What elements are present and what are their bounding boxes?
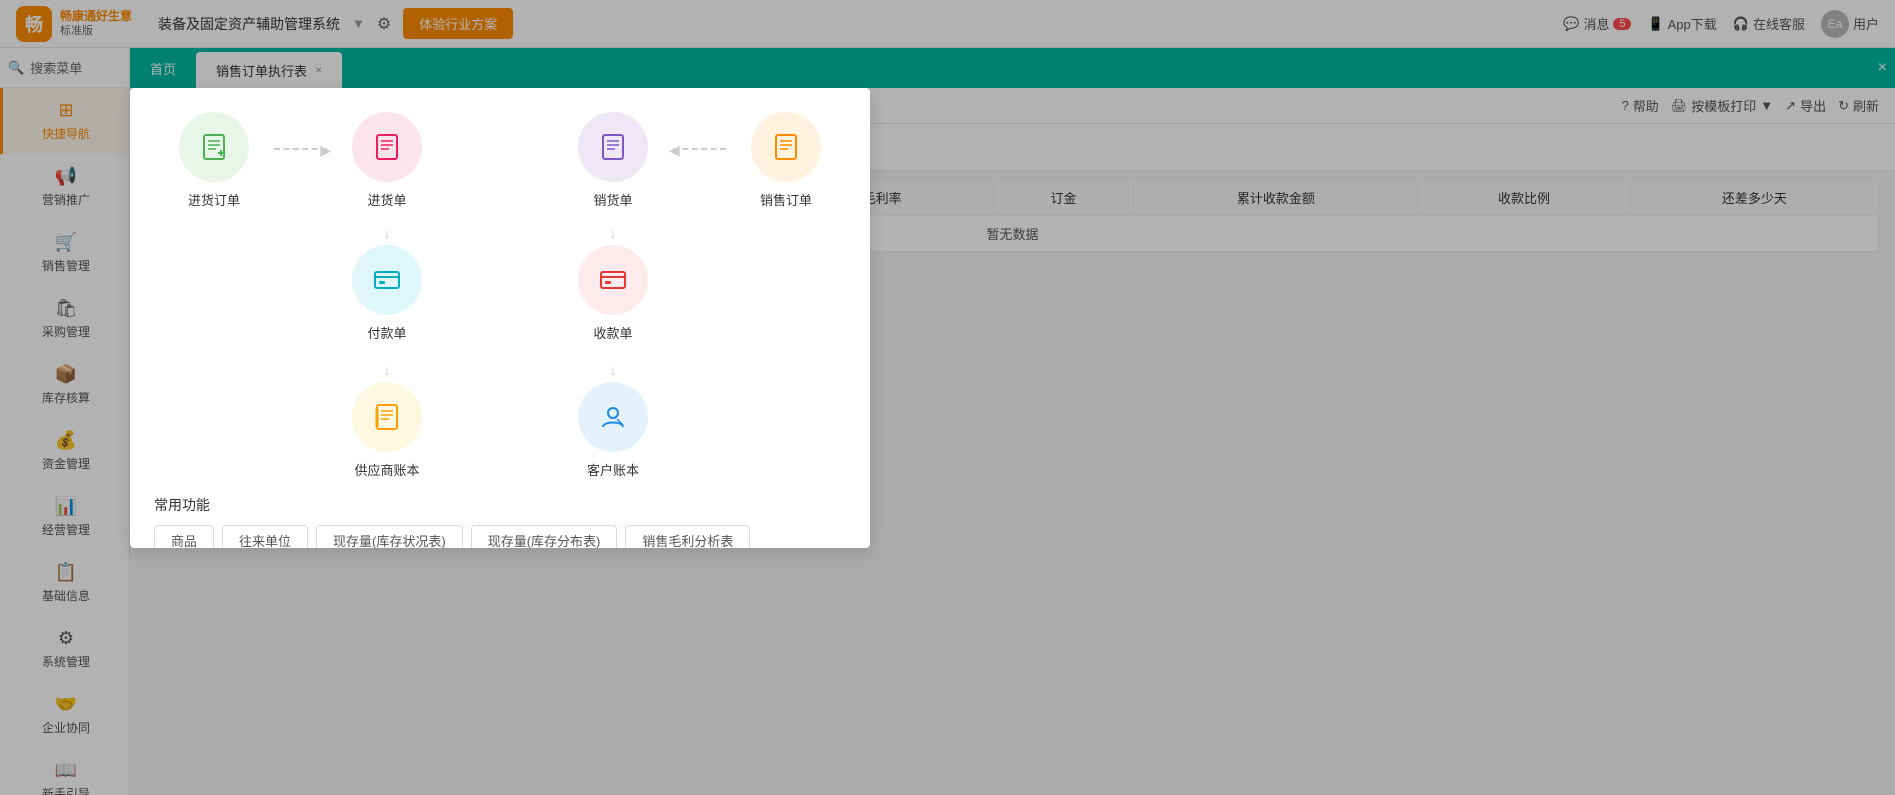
- payment-circle[interactable]: [352, 245, 422, 315]
- btn-goods[interactable]: 商品: [154, 525, 214, 548]
- node-sales-order[interactable]: 销售订单: [726, 112, 846, 209]
- flow-section: 进货订单 ▶ 进货单: [154, 112, 846, 479]
- purchase-order-circle[interactable]: [179, 112, 249, 182]
- btn-stock-status[interactable]: 现存量(库存状况表): [316, 525, 463, 548]
- common-title: 常用功能: [154, 495, 846, 515]
- flow-panel: 进货订单 ▶ 进货单: [130, 88, 870, 548]
- node-purchase-order[interactable]: 进货订单: [154, 112, 274, 209]
- btn-stock-dist[interactable]: 现存量(库存分布表): [471, 525, 618, 548]
- overlay[interactable]: 进货订单 ▶ 进货单: [0, 0, 1895, 795]
- common-section: 常用功能 商品 往来单位 现存量(库存状况表) 现存量(库存分布表) 销售毛利分…: [154, 495, 846, 548]
- purchase-bill-circle[interactable]: [352, 112, 422, 182]
- sales-order-circle[interactable]: [751, 112, 821, 182]
- supplier-ledger-circle[interactable]: [352, 382, 422, 452]
- common-buttons: 商品 往来单位 现存量(库存状况表) 现存量(库存分布表) 销售毛利分析表 商品…: [154, 525, 846, 548]
- btn-partner[interactable]: 往来单位: [222, 525, 308, 548]
- sales-bill-circle[interactable]: [578, 112, 648, 182]
- btn-sales-margin[interactable]: 销售毛利分析表: [625, 525, 750, 548]
- node-sales-bill[interactable]: 销货单: [553, 112, 673, 209]
- node-purchase-bill[interactable]: 进货单: [327, 112, 447, 209]
- receipt-circle[interactable]: [578, 245, 648, 315]
- customer-ledger-circle[interactable]: [578, 382, 648, 452]
